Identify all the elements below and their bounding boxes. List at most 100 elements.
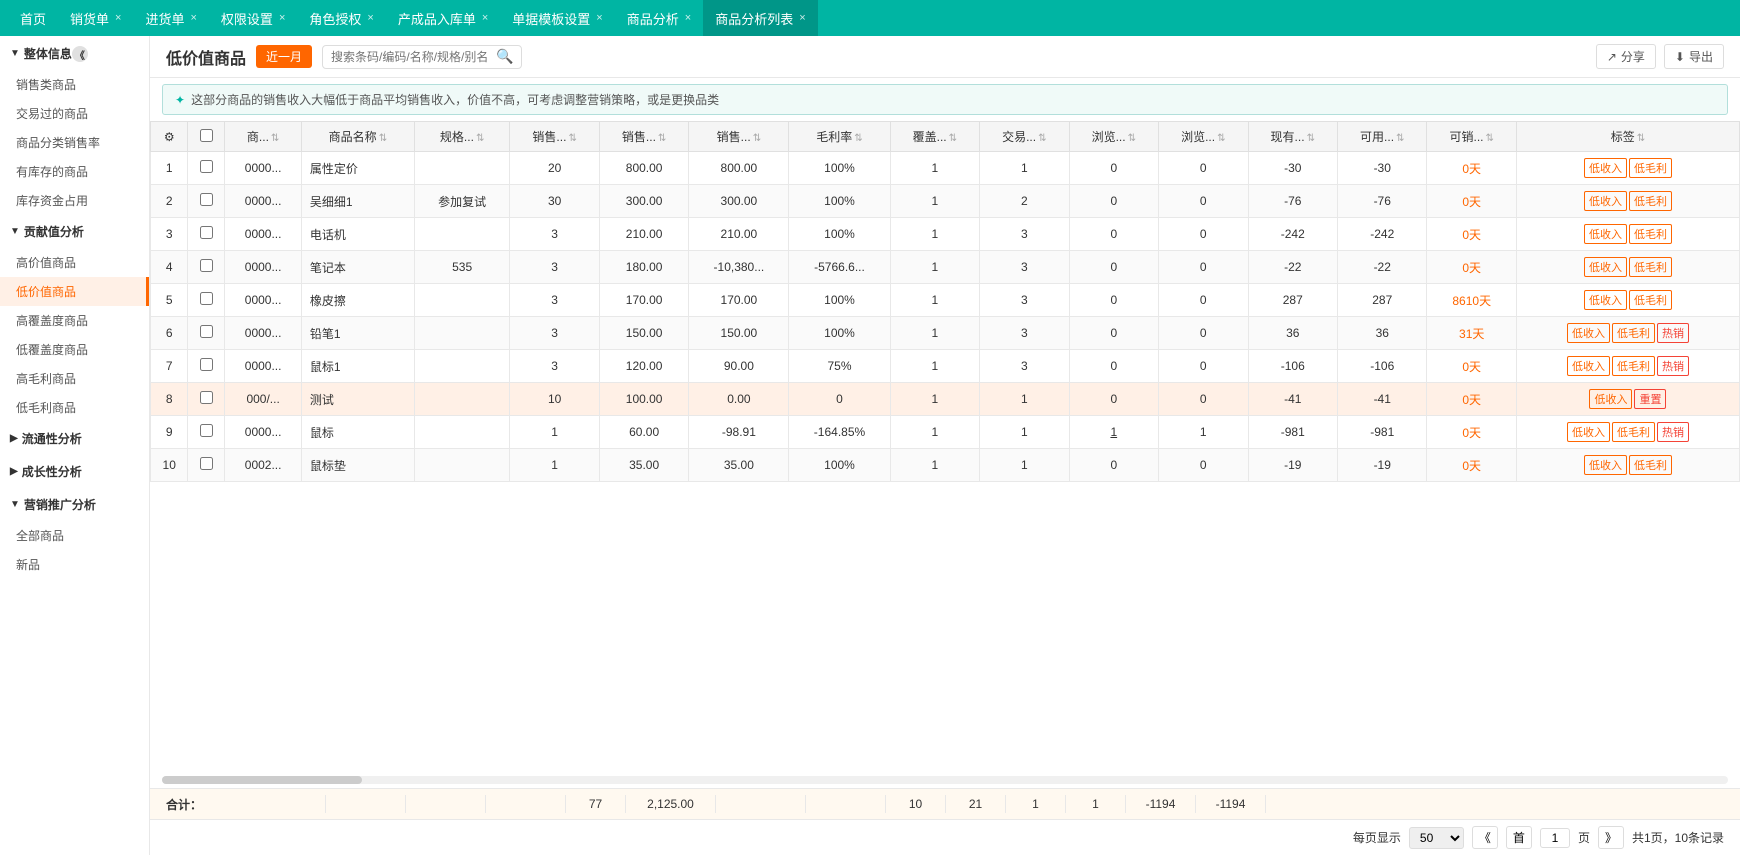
select-all-checkbox[interactable] bbox=[200, 129, 213, 142]
nav-permission[interactable]: 权限设置 × bbox=[209, 0, 297, 36]
row-view1[interactable]: 0 bbox=[1069, 251, 1158, 284]
table-container[interactable]: ⚙ 商...⇅ 商品名称⇅ 规格...⇅ 销售...⇅ 销售...⇅ 销售...… bbox=[150, 121, 1740, 776]
close-icon[interactable]: × bbox=[367, 12, 373, 24]
sidebar-item-all-goods[interactable]: 全部商品 bbox=[0, 521, 149, 550]
nav-product-in[interactable]: 产成品入库单 × bbox=[386, 0, 500, 36]
close-icon[interactable]: × bbox=[482, 12, 488, 24]
close-icon[interactable]: × bbox=[115, 12, 121, 24]
sidebar-item-category-sales[interactable]: 商品分类销售率 bbox=[0, 128, 149, 157]
row-check[interactable] bbox=[200, 259, 213, 272]
search-input[interactable] bbox=[322, 45, 522, 69]
col-settings[interactable]: ⚙ bbox=[151, 122, 188, 152]
row-check[interactable] bbox=[200, 391, 213, 404]
col-spec-header[interactable]: 规格...⇅ bbox=[414, 122, 510, 152]
sidebar-group-overall[interactable]: ▼ 整体信息 《 bbox=[0, 36, 149, 70]
row-checkbox[interactable] bbox=[188, 284, 225, 317]
sidebar-group-contribution[interactable]: ▼ 贡献值分析 bbox=[0, 215, 149, 248]
sidebar-item-new-goods[interactable]: 新品 bbox=[0, 550, 149, 579]
row-check[interactable] bbox=[200, 424, 213, 437]
sidebar-group-growth[interactable]: ▶ 成长性分析 bbox=[0, 455, 149, 488]
col-stock1-header[interactable]: 现有...⇅ bbox=[1248, 122, 1337, 152]
prev-page-btn[interactable]: 首 bbox=[1506, 826, 1532, 849]
search-button[interactable]: 🔍 bbox=[496, 48, 513, 65]
sidebar-item-low-cover[interactable]: 低覆盖度商品 bbox=[0, 335, 149, 364]
col-stock2-header[interactable]: 可用...⇅ bbox=[1338, 122, 1427, 152]
col-view2-header[interactable]: 浏览...⇅ bbox=[1159, 122, 1248, 152]
col-name-header[interactable]: 商品名称⇅ bbox=[301, 122, 414, 152]
row-check[interactable] bbox=[200, 325, 213, 338]
scrollbar-thumb[interactable] bbox=[162, 776, 362, 784]
filter-button[interactable]: 近一月 bbox=[256, 45, 312, 68]
nav-home[interactable]: 首页 bbox=[8, 0, 58, 36]
row-view1[interactable]: 0 bbox=[1069, 284, 1158, 317]
col-cover-header[interactable]: 覆盖...⇅ bbox=[890, 122, 979, 152]
close-icon[interactable]: × bbox=[190, 12, 196, 24]
row-checkbox[interactable] bbox=[188, 185, 225, 218]
row-checkbox[interactable] bbox=[188, 152, 225, 185]
col-amt1-header[interactable]: 销售...⇅ bbox=[599, 122, 688, 152]
col-amt2-header[interactable]: 销售...⇅ bbox=[689, 122, 789, 152]
first-page-btn[interactable]: 《 bbox=[1472, 826, 1498, 849]
next-page-btn[interactable]: 》 bbox=[1598, 826, 1624, 849]
nav-sales[interactable]: 销货单 × bbox=[58, 0, 133, 36]
row-check[interactable] bbox=[200, 457, 213, 470]
nav-template[interactable]: 单据模板设置 × bbox=[500, 0, 614, 36]
row-check[interactable] bbox=[200, 160, 213, 173]
sidebar-item-high-profit[interactable]: 高毛利商品 bbox=[0, 364, 149, 393]
row-check[interactable] bbox=[200, 358, 213, 371]
row-view1[interactable]: 0 bbox=[1069, 317, 1158, 350]
row-checkbox[interactable] bbox=[188, 317, 225, 350]
page-number-input[interactable] bbox=[1540, 828, 1570, 848]
sidebar-item-sales-goods[interactable]: 销售类商品 bbox=[0, 70, 149, 99]
view-link[interactable]: 1 bbox=[1110, 425, 1117, 439]
row-checkbox[interactable] bbox=[188, 218, 225, 251]
row-check[interactable] bbox=[200, 292, 213, 305]
horizontal-scrollbar[interactable] bbox=[162, 776, 1728, 784]
col-trade-header[interactable]: 交易...⇅ bbox=[980, 122, 1069, 152]
row-checkbox[interactable] bbox=[188, 416, 225, 449]
col-checkbox[interactable] bbox=[188, 122, 225, 152]
share-button[interactable]: ↗ 分享 bbox=[1596, 44, 1656, 69]
close-icon[interactable]: × bbox=[685, 12, 691, 24]
col-days-header[interactable]: 可销...⇅ bbox=[1427, 122, 1516, 152]
row-code: 0000... bbox=[225, 317, 302, 350]
sidebar-item-high-cover[interactable]: 高覆盖度商品 bbox=[0, 306, 149, 335]
row-view1[interactable]: 0 bbox=[1069, 218, 1158, 251]
sidebar-item-stock-goods[interactable]: 有库存的商品 bbox=[0, 157, 149, 186]
nav-purchase[interactable]: 进货单 × bbox=[133, 0, 208, 36]
row-checkbox[interactable] bbox=[188, 350, 225, 383]
col-view1-header[interactable]: 浏览...⇅ bbox=[1069, 122, 1158, 152]
col-tags-header[interactable]: 标签⇅ bbox=[1516, 122, 1739, 152]
nav-goods-list[interactable]: 商品分析列表 × bbox=[703, 0, 817, 36]
page-size-select[interactable]: 50 100 bbox=[1409, 827, 1464, 849]
row-view1[interactable]: 0 bbox=[1069, 185, 1158, 218]
col-code-header[interactable]: 商...⇅ bbox=[225, 122, 302, 152]
col-profit-header[interactable]: 毛利率⇅ bbox=[789, 122, 890, 152]
sidebar-item-low-profit[interactable]: 低毛利商品 bbox=[0, 393, 149, 422]
row-check[interactable] bbox=[200, 226, 213, 239]
row-check[interactable] bbox=[200, 193, 213, 206]
close-icon[interactable]: × bbox=[799, 12, 805, 24]
row-view1[interactable]: 1 bbox=[1069, 416, 1158, 449]
sidebar-item-traded-goods[interactable]: 交易过的商品 bbox=[0, 99, 149, 128]
col-qty-header[interactable]: 销售...⇅ bbox=[510, 122, 599, 152]
sidebar-item-stock-capital[interactable]: 库存资金占用 bbox=[0, 186, 149, 215]
row-view1[interactable]: 0 bbox=[1069, 449, 1158, 482]
close-icon[interactable]: × bbox=[596, 12, 602, 24]
chevron-down-icon: ▼ bbox=[10, 226, 20, 237]
nav-goods-analysis[interactable]: 商品分析 × bbox=[615, 0, 703, 36]
sidebar-group-marketing[interactable]: ▼ 营销推广分析 bbox=[0, 488, 149, 521]
row-view1[interactable]: 0 bbox=[1069, 383, 1158, 416]
sidebar-item-high-value[interactable]: 高价值商品 bbox=[0, 248, 149, 277]
sidebar-group-flow[interactable]: ▶ 流通性分析 bbox=[0, 422, 149, 455]
row-checkbox[interactable] bbox=[188, 251, 225, 284]
collapse-btn[interactable]: 《 bbox=[72, 46, 88, 62]
row-view1[interactable]: 0 bbox=[1069, 152, 1158, 185]
row-view1[interactable]: 0 bbox=[1069, 350, 1158, 383]
row-checkbox[interactable] bbox=[188, 449, 225, 482]
sidebar-item-low-value[interactable]: 低价值商品 bbox=[0, 277, 149, 306]
row-checkbox[interactable] bbox=[188, 383, 225, 416]
close-icon[interactable]: × bbox=[279, 12, 285, 24]
nav-role[interactable]: 角色授权 × bbox=[297, 0, 385, 36]
export-button[interactable]: ⬇ 导出 bbox=[1664, 44, 1724, 69]
